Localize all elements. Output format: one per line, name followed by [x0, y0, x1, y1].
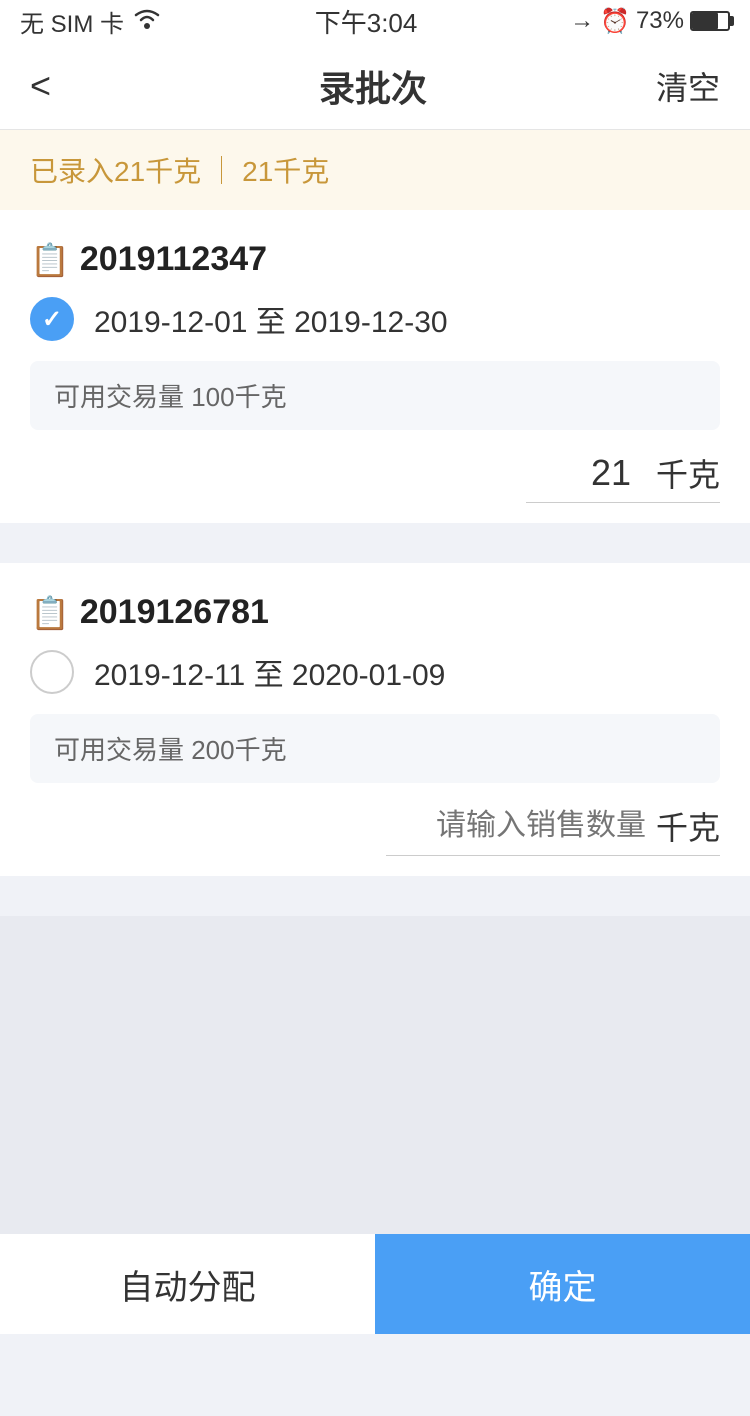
batch-id-row-1: 📋 2019112347: [30, 240, 720, 279]
section-divider-1: [0, 543, 750, 563]
amount-underline-2: 千克: [386, 803, 720, 856]
confirm-button[interactable]: 确定: [375, 1234, 750, 1334]
battery-icon: [690, 11, 730, 31]
batch-id-row-2: 📋 2019126781: [30, 593, 720, 632]
batch-checkbox-2[interactable]: [30, 650, 74, 694]
bottom-bar: 自动分配 确定: [0, 1234, 750, 1334]
batch-card-2: 📋 2019126781 2019-12-11 至 2020-01-09 可用交…: [0, 563, 750, 876]
batch-quota-2: 可用交易量 200千克: [30, 714, 720, 783]
alarm-icon: ⏰: [600, 7, 630, 36]
amount-unit-1: 千克: [656, 450, 720, 496]
amount-input-2[interactable]: [386, 809, 646, 843]
summary-banner: 已录入21千克 21千克: [0, 130, 750, 210]
batch-id-2: 2019126781: [80, 593, 269, 632]
batch-icon-1: 📋: [30, 241, 70, 279]
batch-id-1: 2019112347: [80, 240, 267, 279]
status-bar: 无 SIM 卡 下午3:04 → ⏰ 73%: [0, 0, 750, 42]
status-time: 下午3:04: [315, 3, 418, 40]
amount-input-1[interactable]: [526, 452, 646, 494]
wifi-icon: [132, 7, 162, 36]
batch-date-1: 2019-12-01 至 2019-12-30: [94, 297, 448, 341]
nav-bar: < 录批次 清空: [0, 42, 750, 130]
amount-unit-2: 千克: [656, 803, 720, 849]
batch-date-2: 2019-12-11 至 2020-01-09: [94, 650, 445, 694]
batch-date-row-1: 2019-12-01 至 2019-12-30: [30, 297, 720, 341]
batch-card-1-inner: 📋 2019112347 2019-12-01 至 2019-12-30 可用交…: [0, 210, 750, 430]
summary-divider: [221, 156, 222, 184]
batch-card-1: 📋 2019112347 2019-12-01 至 2019-12-30 可用交…: [0, 210, 750, 523]
section-divider-2: [0, 896, 750, 916]
clear-button[interactable]: 清空: [656, 63, 720, 109]
battery-percent: 73%: [636, 7, 684, 35]
batch-amount-row-1: 千克: [0, 430, 750, 523]
amount-underline-1: 千克: [526, 450, 720, 503]
carrier-label: 无 SIM 卡: [20, 4, 124, 39]
batch-card-2-inner: 📋 2019126781 2019-12-11 至 2020-01-09 可用交…: [0, 563, 750, 783]
status-right: → ⏰ 73%: [570, 7, 730, 36]
auto-distribute-button[interactable]: 自动分配: [0, 1234, 375, 1334]
batch-date-row-2: 2019-12-11 至 2020-01-09: [30, 650, 720, 694]
batch-quota-1: 可用交易量 100千克: [30, 361, 720, 430]
status-left: 无 SIM 卡: [20, 4, 162, 39]
batch-icon-2: 📋: [30, 594, 70, 632]
location-icon: →: [570, 7, 594, 35]
batch-amount-row-2: 千克: [0, 783, 750, 876]
summary-value: 21千克: [242, 150, 329, 190]
batch-checkbox-1[interactable]: [30, 297, 74, 341]
page-title: 录批次: [319, 60, 427, 112]
back-button[interactable]: <: [30, 65, 90, 107]
entered-label: 已录入21千克: [30, 150, 201, 190]
